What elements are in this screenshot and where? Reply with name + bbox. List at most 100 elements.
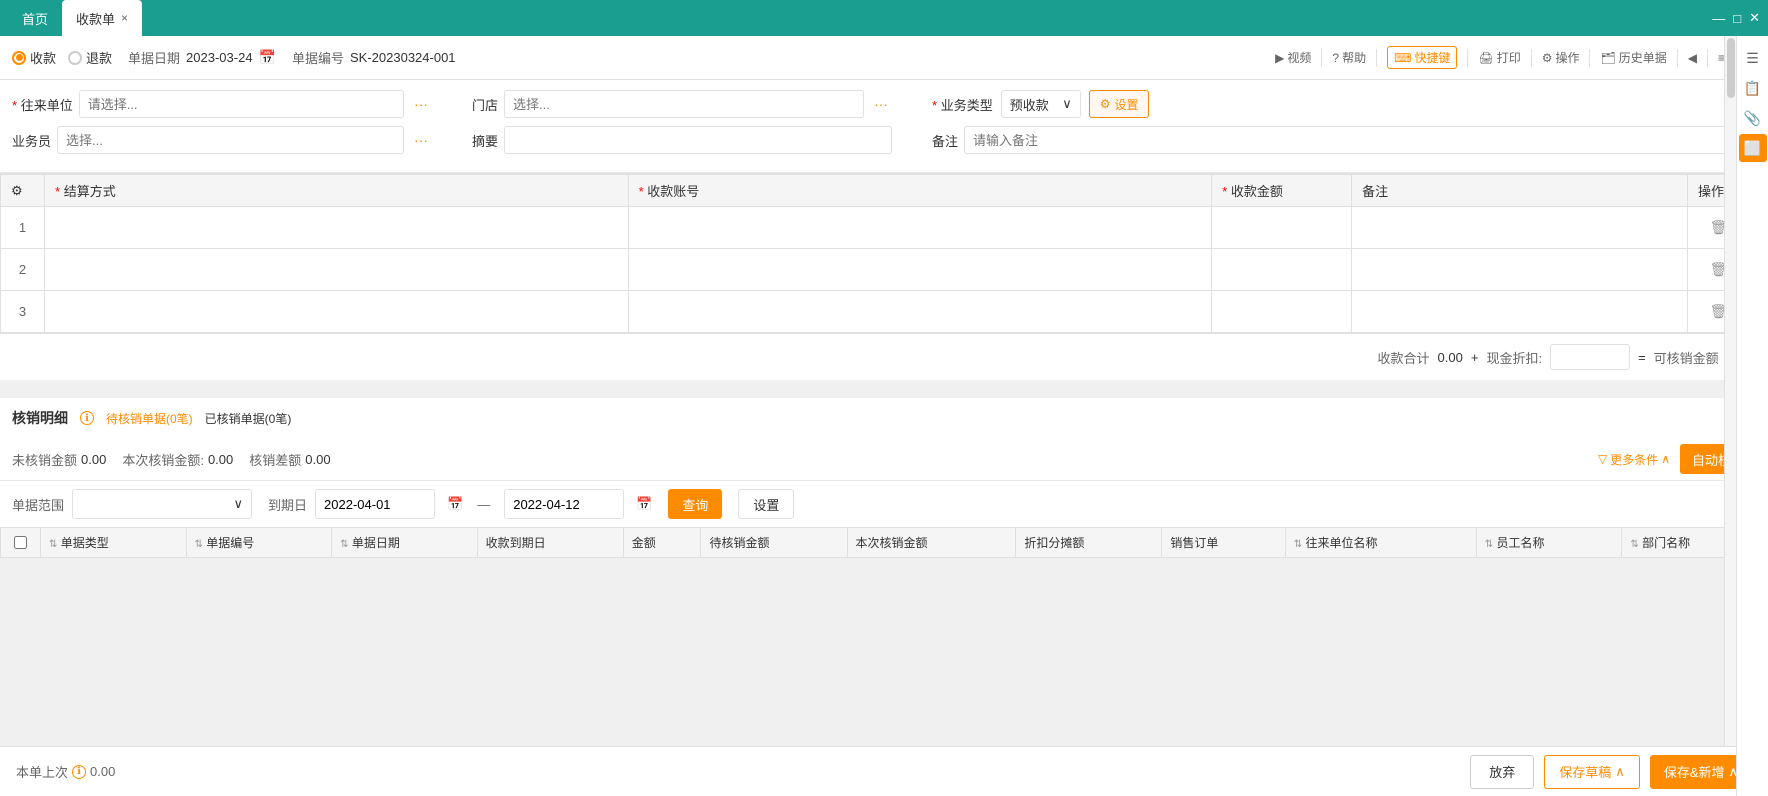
discount-input[interactable] bbox=[1550, 344, 1630, 370]
row-num-3: 3 bbox=[1, 291, 45, 333]
divider6 bbox=[1677, 49, 1678, 67]
date-from-input[interactable] bbox=[315, 489, 435, 519]
radio-receipt-dot bbox=[12, 51, 26, 65]
bottom-table-area: ⇅ 单据类型 ⇅ 单据编号 ⇅ 单据日期 收款到期日 金额 待核销金额 本次核销… bbox=[0, 527, 1768, 558]
current-label: 本次核销金额: bbox=[122, 450, 204, 469]
net-label: 可核销金额 bbox=[1654, 348, 1719, 367]
col-doc-num: 单据编号 bbox=[206, 536, 254, 550]
video-btn[interactable]: ▶ 视频 bbox=[1275, 49, 1311, 66]
cell-amount-2[interactable] bbox=[1212, 249, 1352, 291]
operate-icon: ⚙ bbox=[1542, 51, 1553, 65]
cell-settlement-3[interactable] bbox=[45, 291, 629, 333]
cell-account-3[interactable] bbox=[628, 291, 1212, 333]
restore-icon[interactable]: □ bbox=[1733, 11, 1741, 26]
cell-settlement-1[interactable] bbox=[45, 207, 629, 249]
staff-ellipsis[interactable]: ··· bbox=[410, 132, 432, 148]
tab-current[interactable]: 收款单 × bbox=[62, 0, 142, 36]
abstract-label: 摘要 bbox=[472, 131, 498, 150]
calendar-to-icon[interactable]: 📅 bbox=[636, 496, 652, 512]
shortcut-icon: ⌨ bbox=[1394, 51, 1411, 65]
cell-account-2[interactable] bbox=[628, 249, 1212, 291]
close-icon[interactable]: ✕ bbox=[1749, 10, 1760, 26]
print-btn[interactable]: 🖨 打印 bbox=[1478, 49, 1520, 66]
minimize-icon[interactable]: — bbox=[1712, 11, 1725, 26]
select-all-checkbox[interactable] bbox=[14, 536, 27, 549]
abandon-button[interactable]: 放弃 bbox=[1470, 755, 1534, 789]
scrollbar-thumb[interactable] bbox=[1727, 38, 1735, 98]
sidebar-icon-4[interactable]: ⬜ bbox=[1739, 134, 1767, 162]
radio-receipt[interactable]: 收款 bbox=[12, 48, 56, 67]
calendar-from-icon[interactable]: 📅 bbox=[447, 496, 463, 512]
cell-settlement-2[interactable] bbox=[45, 249, 629, 291]
shortcut-label: 快捷键 bbox=[1414, 49, 1450, 66]
setting-label: 设置 bbox=[1114, 96, 1138, 113]
help-label: 帮助 bbox=[1342, 49, 1366, 66]
counterpart-input[interactable] bbox=[79, 90, 404, 118]
operate-btn[interactable]: ⚙ 操作 bbox=[1542, 49, 1580, 66]
bottom-table-header: ⇅ 单据类型 ⇅ 单据编号 ⇅ 单据日期 收款到期日 金额 待核销金额 本次核销… bbox=[1, 528, 1768, 558]
date-to-input[interactable] bbox=[504, 489, 624, 519]
cell-account-1[interactable] bbox=[628, 207, 1212, 249]
draft-button[interactable]: 保存草稿 ∧ bbox=[1544, 755, 1640, 789]
query-button[interactable]: 查询 bbox=[668, 489, 722, 519]
prev-info-icon[interactable]: ℹ bbox=[72, 765, 86, 779]
pending-tab[interactable]: 待核销单据(0笔) bbox=[106, 410, 193, 427]
th-gear[interactable]: ⚙ bbox=[1, 175, 45, 207]
cell-amount-3[interactable] bbox=[1212, 291, 1352, 333]
required-star: * bbox=[12, 98, 17, 113]
th-doc-date: ⇅ 单据日期 bbox=[332, 528, 478, 558]
tab-close-icon[interactable]: × bbox=[121, 11, 128, 25]
tab-home[interactable]: 首页 bbox=[8, 0, 62, 36]
summary-row: 未核销金额 0.00 本次核销金额: 0.00 核销差额 0.00 ▽ 更多条件… bbox=[0, 438, 1768, 480]
more-conditions-btn[interactable]: ▽ 更多条件 ∧ bbox=[1598, 451, 1670, 468]
th-current-writeoff: 本次核销金额 bbox=[847, 528, 1016, 558]
setting-button[interactable]: ⚙ 设置 bbox=[1089, 90, 1150, 118]
receipt-table: ⚙ * 结算方式 * 收款账号 * 收款金额 备注 操作 bbox=[0, 174, 1768, 333]
current-value: 0.00 bbox=[208, 452, 233, 467]
shortcut-btn[interactable]: ⌨ 快捷键 bbox=[1387, 46, 1457, 69]
sidebar-icon-3[interactable]: 📎 bbox=[1739, 104, 1767, 132]
radio-refund[interactable]: 退款 bbox=[68, 48, 112, 67]
note-field: 备注 bbox=[932, 126, 1756, 154]
diff-label: 核销差额 bbox=[249, 450, 301, 469]
table-row: 1 🗑 ⧉ bbox=[1, 207, 1768, 249]
cell-note-1[interactable] bbox=[1352, 207, 1688, 249]
cell-amount-1[interactable] bbox=[1212, 207, 1352, 249]
th-doc-type: ⇅ 单据类型 bbox=[41, 528, 187, 558]
done-tab[interactable]: 已核销单据(0笔) bbox=[205, 410, 292, 427]
print-label: 打印 bbox=[1497, 49, 1521, 66]
business-type-chevron: ∨ bbox=[1062, 96, 1072, 112]
note-input[interactable] bbox=[964, 126, 1756, 154]
row-num-1: 1 bbox=[1, 207, 45, 249]
discount-label: 现金折扣: bbox=[1486, 348, 1542, 367]
abstract-input[interactable] bbox=[504, 126, 892, 154]
range-select[interactable]: ∨ bbox=[72, 489, 252, 519]
sidebar-icon-2[interactable]: 📋 bbox=[1739, 74, 1767, 102]
business-type-select[interactable]: 预收款 ∨ bbox=[1001, 90, 1081, 118]
sidebar-icon-1[interactable]: ☰ bbox=[1739, 44, 1767, 72]
cell-note-3[interactable] bbox=[1352, 291, 1688, 333]
counterpart-ellipsis[interactable]: ··· bbox=[410, 96, 432, 112]
th-doc-num: ⇅ 单据编号 bbox=[186, 528, 332, 558]
receipt-refund-toggle: 收款 退款 bbox=[12, 48, 112, 67]
staff-input[interactable] bbox=[57, 126, 404, 154]
business-type-field: * 业务类型 预收款 ∨ ⚙ 设置 bbox=[932, 90, 1149, 118]
scrollbar[interactable] bbox=[1724, 36, 1736, 746]
info-icon[interactable]: ℹ bbox=[80, 411, 94, 425]
divider1 bbox=[1321, 49, 1322, 67]
prev-label: 本单上次 bbox=[16, 762, 68, 781]
staff-label: 业务员 bbox=[12, 131, 51, 150]
shop-ellipsis[interactable]: ··· bbox=[870, 96, 892, 112]
date-field: 单据日期 2023-03-24 📅 bbox=[128, 48, 276, 67]
counterpart-label: * 往来单位 bbox=[12, 95, 73, 114]
search-setting-button[interactable]: 设置 bbox=[738, 489, 794, 519]
cell-note-2[interactable] bbox=[1352, 249, 1688, 291]
shop-input[interactable] bbox=[504, 90, 864, 118]
nav-prev[interactable]: ◀ bbox=[1688, 51, 1697, 65]
shop-label: 门店 bbox=[472, 95, 498, 114]
help-btn[interactable]: ? 帮助 bbox=[1332, 49, 1366, 66]
history-btn[interactable]: 🗂 历史单据 bbox=[1600, 49, 1666, 66]
calendar-icon[interactable]: 📅 bbox=[259, 49, 276, 66]
business-type-label: * 业务类型 bbox=[932, 95, 993, 114]
date-value: 2023-03-24 bbox=[186, 50, 253, 65]
